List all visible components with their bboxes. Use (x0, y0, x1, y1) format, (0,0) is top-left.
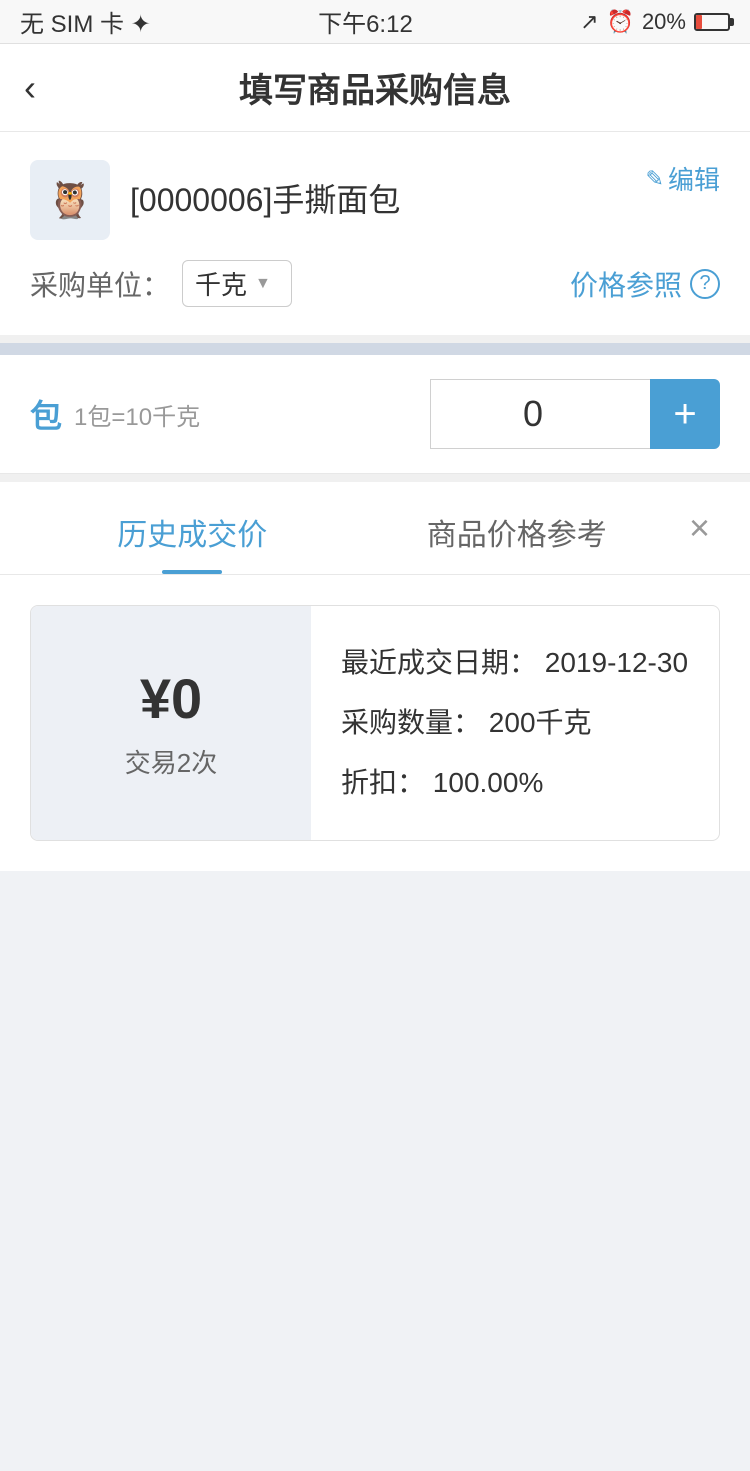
edit-icon: ✎ (646, 166, 664, 192)
status-right: ↗ ⏰ 20% (580, 9, 730, 35)
unit-select[interactable]: 千克 (182, 260, 292, 307)
purchase-qty-row: 采购数量： 200千克 (341, 702, 689, 744)
quantity-plus-button[interactable]: + (650, 379, 720, 449)
tab-history-price[interactable]: 历史成交价 (30, 482, 354, 574)
bag-conversion: 1包=10千克 (74, 397, 200, 432)
page-title: 填写商品采购信息 (239, 63, 511, 112)
tab-price-reference[interactable]: 商品价格参考 (354, 482, 678, 574)
quantity-input-group: + (430, 379, 720, 449)
product-logo-icon: 🦉 (48, 179, 93, 221)
quantity-row: 包 1包=10千克 + (0, 355, 750, 474)
price-reference-button[interactable]: 价格参照 ? (570, 264, 720, 304)
page-background (0, 871, 750, 1471)
status-bar: 无 SIM 卡 ✦ 下午6:12 ↗ ⏰ 20% (0, 0, 750, 44)
bag-unit-label: 包 (30, 391, 62, 437)
product-card: 🦉 [0000006]手撕面包 ✎ 编辑 采购单位： 千克 价格参照 ? (0, 132, 750, 335)
section-divider (0, 343, 750, 355)
quantity-label: 包 1包=10千克 (30, 391, 200, 437)
product-info: 🦉 [0000006]手撕面包 (30, 160, 400, 240)
tabs-header: 历史成交价 商品价格参考 × (0, 482, 750, 575)
product-name: [0000006]手撕面包 (130, 178, 400, 223)
history-trade-count: 交易2次 (125, 743, 217, 780)
back-button[interactable]: ‹ (24, 67, 36, 109)
tab-content: ¥0 交易2次 最近成交日期： 2019-12-30 采购数量： 200千克 折… (0, 575, 750, 871)
history-price-section: ¥0 交易2次 (31, 606, 311, 840)
history-card: ¥0 交易2次 最近成交日期： 2019-12-30 采购数量： 200千克 折… (30, 605, 720, 841)
help-icon: ? (690, 269, 720, 299)
history-details-section: 最近成交日期： 2019-12-30 采购数量： 200千克 折扣： 100.0… (311, 606, 719, 840)
tabs-panel: 历史成交价 商品价格参考 × ¥0 交易2次 最近成交日期： 2019-12-3… (0, 482, 750, 871)
product-thumbnail: 🦉 (30, 160, 110, 240)
edit-button[interactable]: ✎ 编辑 (646, 160, 720, 197)
nav-bar: ‹ 填写商品采购信息 (0, 44, 750, 132)
recent-date-row: 最近成交日期： 2019-12-30 (341, 642, 689, 684)
alarm-icon: ⏰ (607, 9, 634, 35)
quantity-input[interactable] (430, 379, 650, 449)
status-time: 下午6:12 (318, 4, 413, 39)
discount-row: 折扣： 100.00% (341, 762, 689, 804)
status-left: 无 SIM 卡 ✦ (20, 4, 151, 39)
unit-label: 采购单位： (30, 264, 170, 304)
tabs-close-button[interactable]: × (679, 487, 720, 569)
battery-percent: 20% (642, 9, 686, 35)
history-price-value: ¥0 (140, 666, 202, 731)
unit-row: 采购单位： 千克 (30, 260, 292, 307)
location-icon: ↗ (580, 9, 598, 35)
battery-icon (694, 13, 730, 31)
